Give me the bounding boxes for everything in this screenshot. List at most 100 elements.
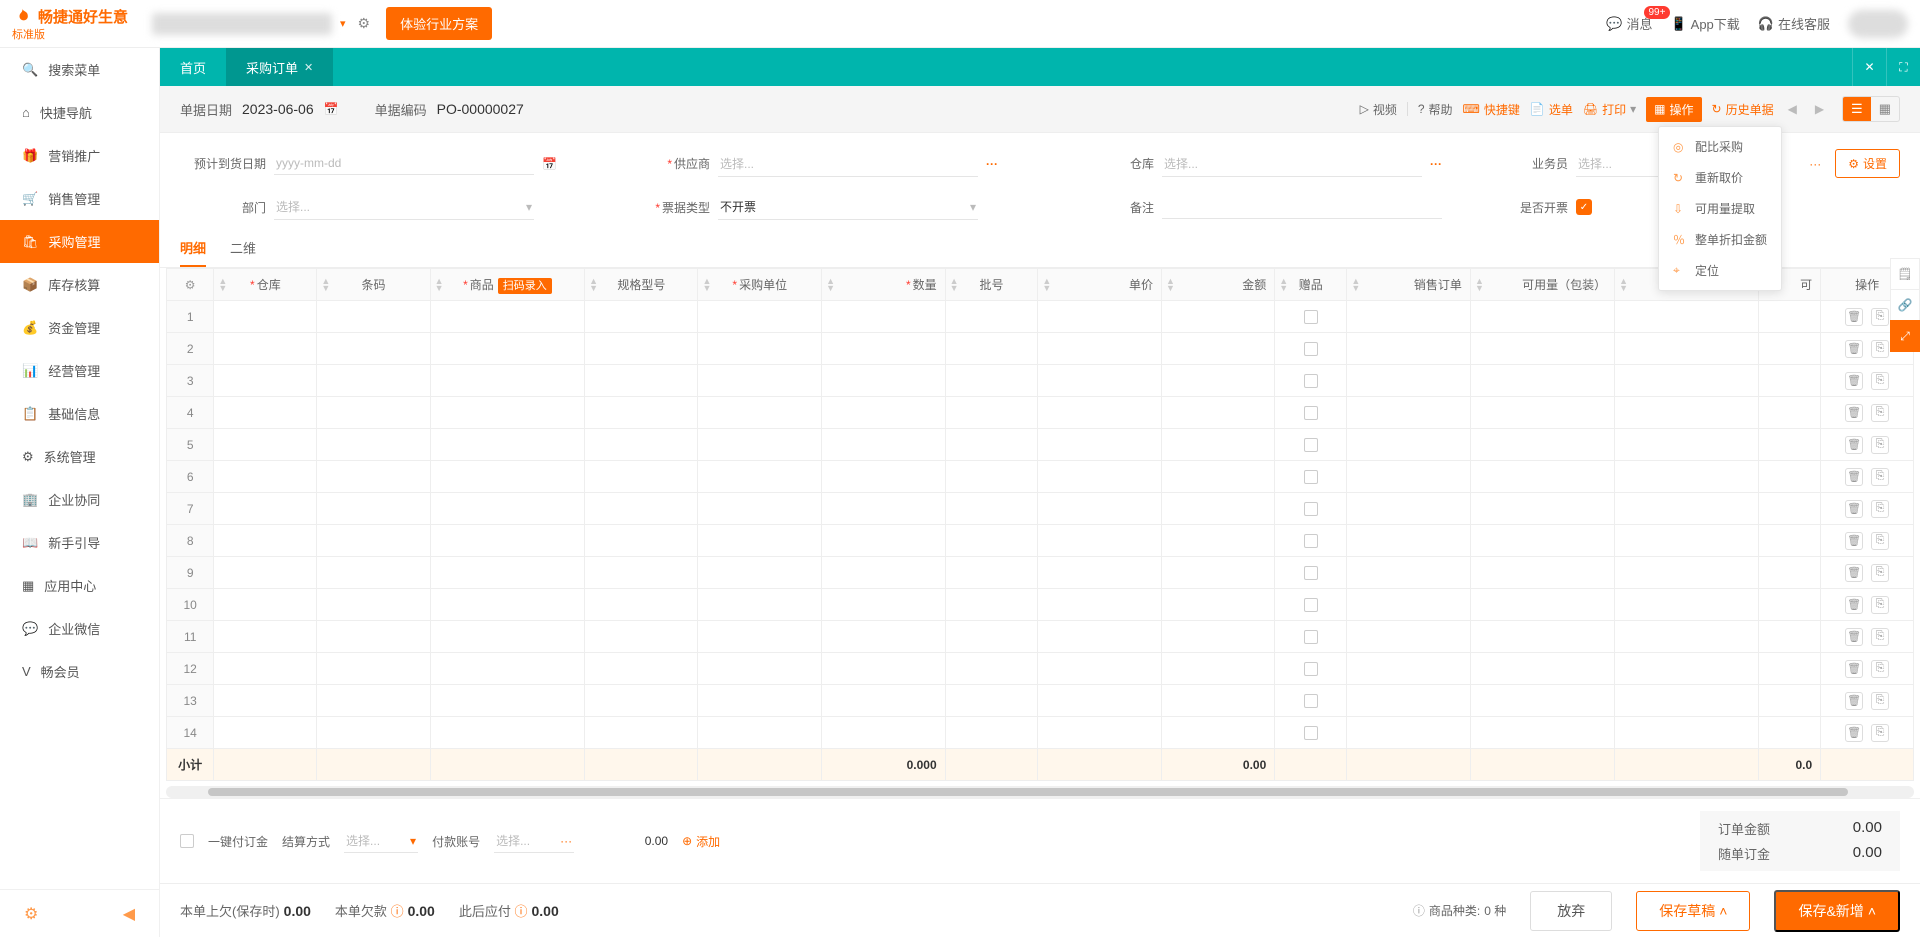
sidebar-item-marketing[interactable]: 🎁营销推广 (0, 134, 159, 177)
tabs-close-all[interactable]: ✕ (1852, 48, 1886, 86)
sidebar-item-wechat[interactable]: 💬企业微信 (0, 607, 159, 650)
order-date-value[interactable]: 2023-06-06 (242, 101, 314, 117)
gift-checkbox[interactable] (1304, 502, 1318, 516)
gear-icon[interactable]: ⚙ (358, 15, 371, 32)
copy-row-icon[interactable]: ⎘ (1871, 500, 1889, 518)
table-row[interactable]: 7🗑⎘ (167, 493, 1914, 525)
delete-row-icon[interactable]: 🗑 (1845, 340, 1863, 358)
table-row[interactable]: 4🗑⎘ (167, 397, 1914, 429)
gift-checkbox[interactable] (1304, 566, 1318, 580)
delete-row-icon[interactable]: 🗑 (1845, 404, 1863, 422)
copy-row-icon[interactable]: ⎘ (1871, 404, 1889, 422)
expect-date-input[interactable] (274, 152, 534, 175)
toolbar-help[interactable]: ?帮助 (1418, 101, 1453, 118)
col-available[interactable]: ▲▼可用量（包装） (1470, 269, 1614, 301)
dropdown-reprice[interactable]: ↻重新取价 (1659, 162, 1781, 193)
add-payment-button[interactable]: ⊕添加 (682, 833, 720, 850)
gift-checkbox[interactable] (1304, 630, 1318, 644)
app-download-link[interactable]: 📱 App下载 (1670, 14, 1739, 33)
sidebar-item-inventory[interactable]: 📦库存核算 (0, 263, 159, 306)
copy-row-icon[interactable]: ⎘ (1871, 436, 1889, 454)
info-icon[interactable]: ⓘ (391, 904, 404, 919)
pager-prev[interactable]: ◀ (1784, 102, 1801, 116)
sidebar-item-quicknav[interactable]: ⌂快捷导航 (0, 91, 159, 134)
table-row[interactable]: 8🗑⎘ (167, 525, 1914, 557)
col-warehouse[interactable]: ▲▼*仓库 (214, 269, 317, 301)
delete-row-icon[interactable]: 🗑 (1845, 660, 1863, 678)
is-invoice-checkbox[interactable]: ✓ (1576, 199, 1592, 215)
copy-row-icon[interactable]: ⎘ (1871, 724, 1889, 742)
gift-checkbox[interactable] (1304, 598, 1318, 612)
pager-next[interactable]: ▶ (1811, 102, 1828, 116)
table-row[interactable]: 1🗑⎘ (167, 301, 1914, 333)
toolbar-video[interactable]: ▷视频 (1360, 101, 1397, 118)
copy-row-icon[interactable]: ⎘ (1871, 468, 1889, 486)
calendar-icon[interactable]: 📅 (324, 102, 339, 116)
rail-attach-icon[interactable]: 🔗 (1890, 289, 1920, 321)
scan-badge[interactable]: 扫码录入 (498, 278, 552, 294)
save-new-button[interactable]: 保存&新增˄ (1774, 890, 1900, 932)
copy-row-icon[interactable]: ⎘ (1871, 692, 1889, 710)
table-row[interactable]: 9🗑⎘ (167, 557, 1914, 589)
one-click-deposit-checkbox[interactable] (180, 834, 194, 848)
calendar-icon[interactable]: 📅 (542, 157, 557, 171)
toolbar-shortcut[interactable]: ⌨快捷键 (1463, 101, 1520, 118)
supplier-more[interactable]: ··· (986, 157, 998, 171)
view-list-icon[interactable]: ☰ (1843, 97, 1871, 121)
gift-checkbox[interactable] (1304, 726, 1318, 740)
table-row[interactable]: 3🗑⎘ (167, 365, 1914, 397)
copy-row-icon[interactable]: ⎘ (1871, 628, 1889, 646)
gift-checkbox[interactable] (1304, 470, 1318, 484)
horizontal-scrollbar[interactable] (166, 786, 1914, 798)
dropdown-ratio-purchase[interactable]: ◎配比采购 (1659, 131, 1781, 162)
info-icon[interactable]: ⓘ (1413, 902, 1425, 919)
col-qty[interactable]: ▲▼*数量 (822, 269, 946, 301)
tab-detail[interactable]: 明细 (180, 238, 206, 267)
gift-checkbox[interactable] (1304, 438, 1318, 452)
tab-purchase-order[interactable]: 采购订单✕ (226, 48, 333, 86)
warehouse-more[interactable]: ··· (1430, 157, 1442, 171)
delete-row-icon[interactable]: 🗑 (1845, 724, 1863, 742)
settings-gear-icon[interactable]: ⚙ (24, 904, 38, 924)
copy-row-icon[interactable]: ⎘ (1871, 308, 1889, 326)
remark-input[interactable] (1162, 196, 1442, 219)
copy-row-icon[interactable]: ⎘ (1871, 532, 1889, 550)
delete-row-icon[interactable]: 🗑 (1845, 308, 1863, 326)
rail-expand-icon[interactable]: ⤢ (1890, 320, 1920, 352)
gift-checkbox[interactable] (1304, 374, 1318, 388)
company-selector[interactable]: ▾ (152, 13, 346, 35)
pay-account-select[interactable]: 选择...··· (494, 829, 574, 853)
table-row[interactable]: 10🗑⎘ (167, 589, 1914, 621)
sidebar-item-appcenter[interactable]: ▦应用中心 (0, 564, 159, 607)
toolbar-history[interactable]: ↻历史单据 (1712, 101, 1774, 118)
gift-checkbox[interactable] (1304, 310, 1318, 324)
info-icon[interactable]: ⓘ (514, 904, 527, 919)
settings-button[interactable]: ⚙设置 (1835, 149, 1900, 178)
col-amount[interactable]: ▲▼金额 (1161, 269, 1274, 301)
invoice-type-select[interactable]: 不开票▾ (718, 194, 978, 220)
sidebar-item-vip[interactable]: V畅会员 (0, 650, 159, 693)
tab-2d[interactable]: 二维 (230, 238, 256, 267)
col-purchase-unit[interactable]: ▲▼*采购单位 (698, 269, 822, 301)
gift-checkbox[interactable] (1304, 694, 1318, 708)
table-row[interactable]: 14🗑⎘ (167, 717, 1914, 749)
copy-row-icon[interactable]: ⎘ (1871, 660, 1889, 678)
delete-row-icon[interactable]: 🗑 (1845, 564, 1863, 582)
delete-row-icon[interactable]: 🗑 (1845, 372, 1863, 390)
toolbar-print[interactable]: 🖨打印▾ (1583, 101, 1636, 118)
table-row[interactable]: 6🗑⎘ (167, 461, 1914, 493)
dropdown-whole-discount[interactable]: ％整单折扣金额 (1659, 224, 1781, 255)
rail-note-icon[interactable]: 🗒 (1890, 258, 1920, 290)
copy-row-icon[interactable]: ⎘ (1871, 372, 1889, 390)
online-service-link[interactable]: 🎧 在线客服 (1758, 14, 1830, 33)
delete-row-icon[interactable]: 🗑 (1845, 596, 1863, 614)
copy-row-icon[interactable]: ⎘ (1871, 596, 1889, 614)
delete-row-icon[interactable]: 🗑 (1845, 436, 1863, 454)
gift-checkbox[interactable] (1304, 406, 1318, 420)
save-draft-button[interactable]: 保存草稿˄ (1636, 891, 1750, 931)
sidebar-item-basic[interactable]: 📋基础信息 (0, 392, 159, 435)
delete-row-icon[interactable]: 🗑 (1845, 500, 1863, 518)
discard-button[interactable]: 放弃 (1530, 891, 1612, 931)
dept-select[interactable]: 选择...▾ (274, 194, 534, 220)
col-product[interactable]: ▲▼*商品扫码录入 (430, 269, 585, 301)
